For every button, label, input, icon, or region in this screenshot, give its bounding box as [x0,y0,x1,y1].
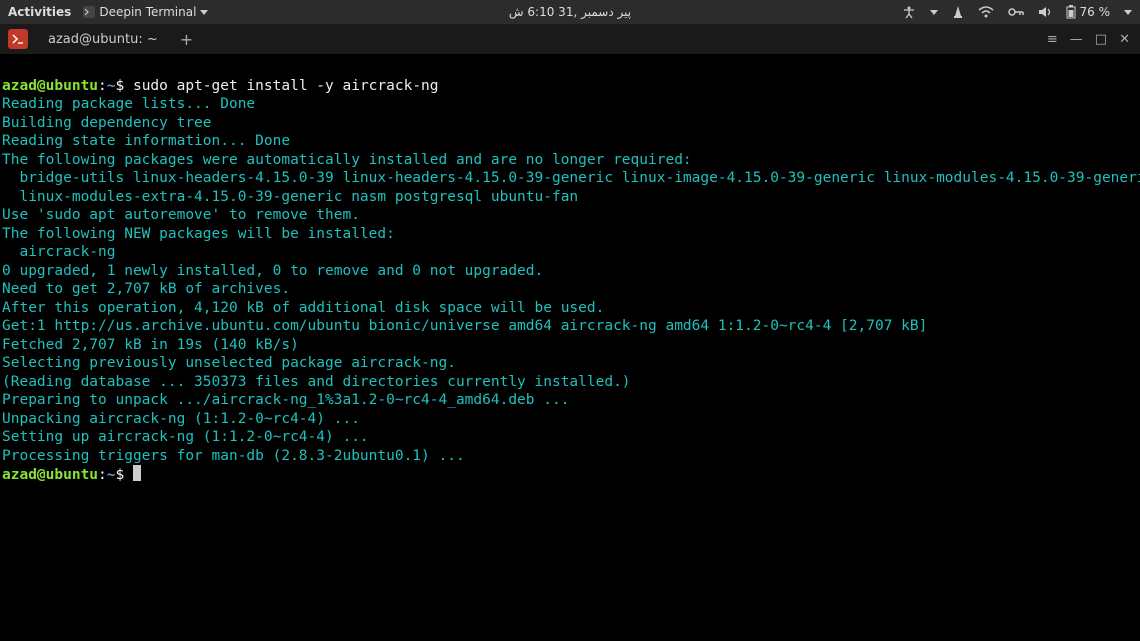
prompt-dollar: $ [116,467,133,483]
output-line: The following NEW packages will be insta… [2,226,395,242]
wifi-icon[interactable] [978,6,994,18]
output-line: Setting up aircrack-ng (1:1.2-0~rc4-4) .… [2,429,369,445]
chevron-down-icon [930,10,938,15]
output-line: bridge-utils linux-headers-4.15.0-39 lin… [2,170,1140,186]
gnome-topbar: Activities Deepin Terminal پیر دسمبر ,31… [0,0,1140,24]
prompt-colon: : [98,78,107,94]
terminal-titlebar: azad@ubuntu: ~ + ≡ — □ ✕ [0,24,1140,54]
prompt-dollar: $ [116,78,133,94]
prompt-path: ~ [107,467,116,483]
output-line: Get:1 http://us.archive.ubuntu.com/ubunt… [2,318,927,334]
prompt-path: ~ [107,78,116,94]
volume-icon[interactable] [1038,6,1052,18]
system-tray: 76 % [902,5,1133,19]
close-button[interactable]: ✕ [1119,32,1130,47]
output-line: After this operation, 4,120 kB of additi… [2,300,604,316]
prompt-userhost: azad@ubuntu [2,78,98,94]
activities-button[interactable]: Activities [8,5,71,19]
output-line: Selecting previously unselected package … [2,355,456,371]
terminal-cursor [133,465,141,481]
output-line: Preparing to unpack .../aircrack-ng_1%3a… [2,392,569,408]
new-tab-button[interactable]: + [180,30,193,49]
terminal-tab[interactable]: azad@ubuntu: ~ [38,28,168,51]
hamburger-menu-button[interactable]: ≡ [1047,32,1058,47]
terminal-output[interactable]: azad@ubuntu:~$ sudo apt-get install -y a… [0,54,1140,489]
accessibility-icon[interactable] [902,5,916,19]
output-line: aircrack-ng [2,244,116,260]
prompt-colon: : [98,467,107,483]
output-line: linux-modules-extra-4.15.0-39-generic na… [2,189,578,205]
vlc-tray-icon[interactable] [952,5,964,19]
output-line: Need to get 2,707 kB of archives. [2,281,290,297]
battery-indicator[interactable]: 76 % [1066,5,1111,19]
output-line: Reading state information... Done [2,133,290,149]
chevron-down-icon [200,10,208,15]
output-line: (Reading database ... 350373 files and d… [2,374,631,390]
terminal-small-icon [83,6,95,18]
output-line: 0 upgraded, 1 newly installed, 0 to remo… [2,263,543,279]
vpn-key-icon[interactable] [1008,7,1024,17]
minimize-button[interactable]: — [1070,32,1083,47]
clock[interactable]: پیر دسمبر ,31 6:10 ش [509,5,631,19]
terminal-app-icon [8,29,28,49]
battery-percent: 76 % [1080,5,1111,19]
output-line: The following packages were automaticall… [2,152,692,168]
app-menu-label: Deepin Terminal [99,5,196,19]
output-line: Building dependency tree [2,115,212,131]
app-menu[interactable]: Deepin Terminal [83,5,208,19]
output-line: Unpacking aircrack-ng (1:1.2-0~rc4-4) ..… [2,411,360,427]
output-line: Use 'sudo apt autoremove' to remove them… [2,207,360,223]
chevron-down-icon [1124,10,1132,15]
maximize-button[interactable]: □ [1095,32,1107,47]
output-line: Reading package lists... Done [2,96,255,112]
output-line: Processing triggers for man-db (2.8.3-2u… [2,448,465,464]
command-text: sudo apt-get install -y aircrack-ng [133,78,439,94]
output-line: Fetched 2,707 kB in 19s (140 kB/s) [2,337,299,353]
prompt-userhost: azad@ubuntu [2,467,98,483]
